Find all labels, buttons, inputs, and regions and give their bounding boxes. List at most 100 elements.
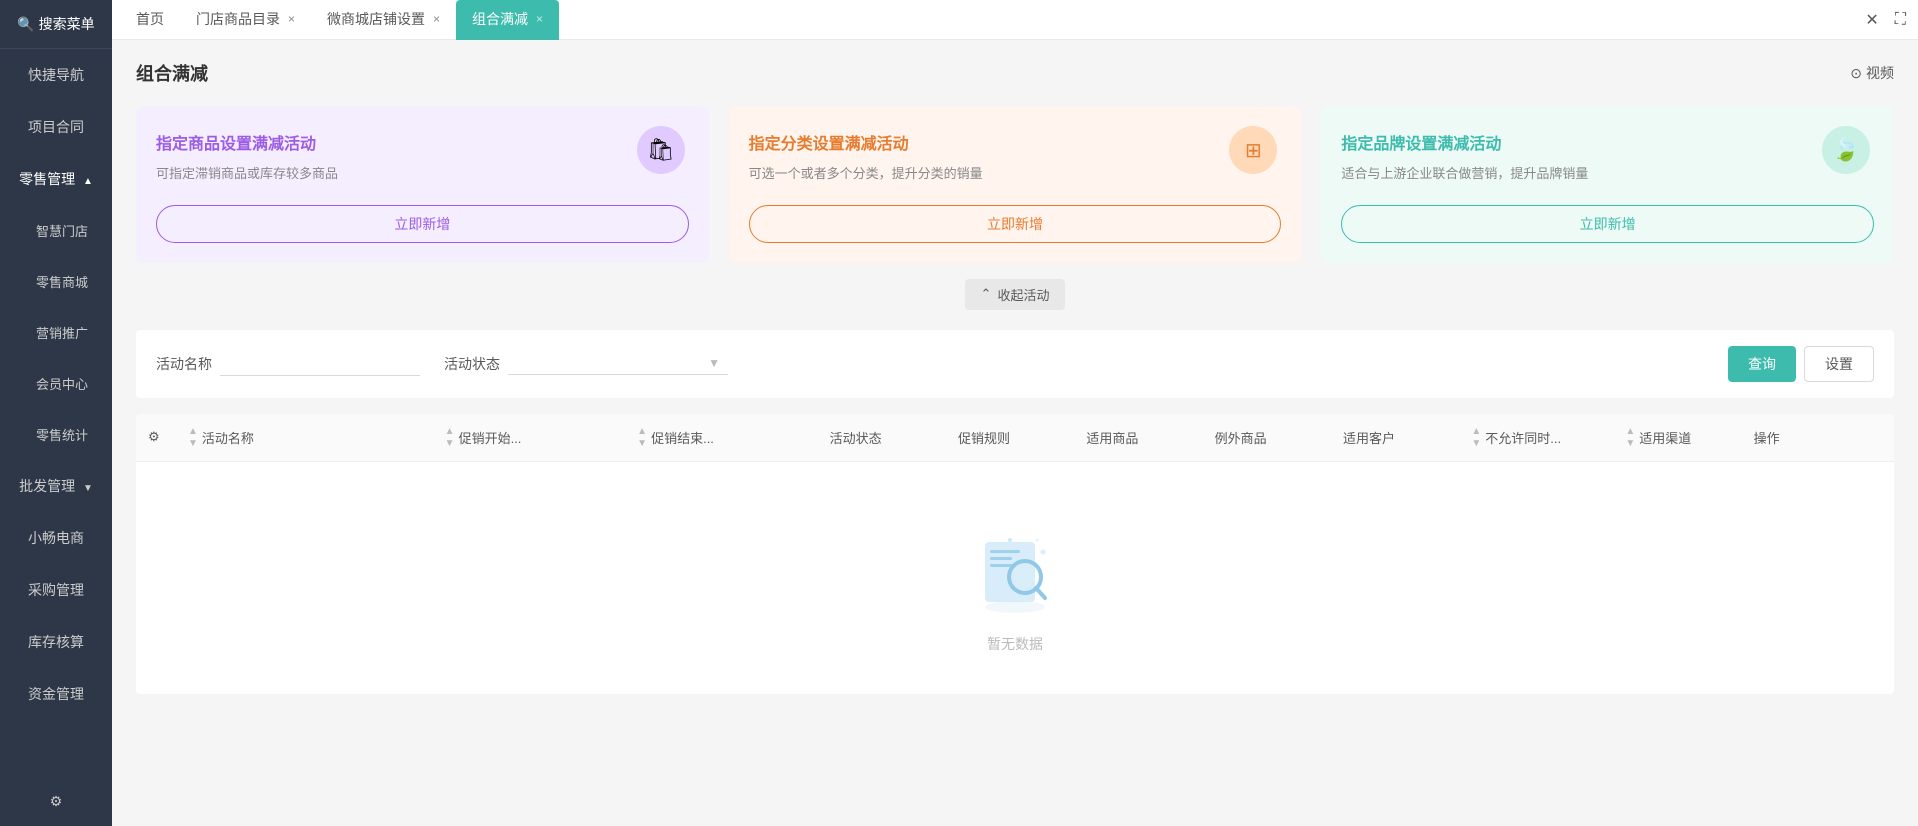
th-end-label: 促销结束... [651, 428, 714, 447]
data-table: ⚙ ▲▼ 活动名称 ▲▼ 促销开始... ▲▼ 促销结束... 活动状态 [136, 414, 1894, 694]
close-window-button[interactable]: ✕ [1861, 10, 1882, 30]
sidebar-item-xiaochange[interactable]: 小畅电商 [0, 512, 112, 564]
sort-icon: ▲▼ [1625, 426, 1635, 449]
sidebar-item-label: 快捷导航 [28, 67, 84, 83]
promo-cards-row: 🛍 指定商品设置满减活动 可指定滞销商品或库存较多商品 立即新增 ⊞ 指定分类设… [136, 106, 1894, 263]
tab-wechat-store-close[interactable]: × [433, 12, 440, 26]
category-promo-card: ⊞ 指定分类设置满减活动 可选一个或者多个分类，提升分类的销量 立即新增 [729, 106, 1302, 263]
video-link[interactable]: ⊙ 视频 [1850, 63, 1894, 83]
table-header: ⚙ ▲▼ 活动名称 ▲▼ 促销开始... ▲▼ 促销结束... 活动状态 [136, 414, 1894, 462]
sort-icon: ▲▼ [445, 426, 455, 449]
sidebar-item-label: 小畅电商 [28, 530, 84, 546]
th-status: 活动状态 [830, 428, 958, 447]
sidebar-item-purchase-mgmt[interactable]: 采购管理 [0, 564, 112, 616]
th-except: 例外商品 [1215, 428, 1343, 447]
tab-combo-discount-close[interactable]: × [536, 12, 543, 26]
product-card-desc: 可指定滞销商品或库存较多商品 [156, 164, 689, 185]
sidebar-item-finance[interactable]: 资金管理 [0, 668, 112, 720]
tab-store-catalog-close[interactable]: × [288, 12, 295, 26]
empty-illustration [965, 522, 1065, 622]
query-button[interactable]: 查询 [1728, 346, 1796, 382]
th-start[interactable]: ▲▼ 促销开始... [445, 426, 638, 449]
product-promo-card: 🛍 指定商品设置满减活动 可指定滞销商品或库存较多商品 立即新增 [136, 106, 709, 263]
grid-icon: ⊞ [1245, 138, 1262, 163]
category-card-desc: 可选一个或者多个分类，提升分类的销量 [749, 164, 1282, 185]
tab-store-catalog[interactable]: 门店商品目录 × [180, 0, 311, 40]
collapse-label: 收起活动 [997, 285, 1049, 304]
content-area: 组合满减 ⊙ 视频 🛍 指定商品设置满减活动 可指定滞销商品或库存较多商品 立即… [112, 40, 1918, 826]
tab-combo-discount[interactable]: 组合满减 × [456, 0, 559, 40]
sidebar-settings[interactable]: ⚙ [0, 777, 112, 826]
activity-name-input[interactable] [220, 351, 420, 376]
sidebar-item-label: 零售商城 [36, 275, 88, 290]
gear-icon: ⚙ [148, 429, 160, 445]
sidebar-item-smart-store[interactable]: 智慧门店 [0, 205, 112, 256]
th-channel[interactable]: ▲▼ 适用渠道 [1625, 426, 1753, 449]
brand-card-add-button[interactable]: 立即新增 [1341, 205, 1874, 243]
collapse-activity-button[interactable]: ⌃ 收起活动 [965, 279, 1066, 310]
sidebar-search-label: 搜索菜单 [39, 16, 95, 32]
th-except-label: 例外商品 [1215, 428, 1267, 447]
th-channel-label: 适用渠道 [1639, 428, 1691, 447]
brand-card-title: 指定品牌设置满减活动 [1341, 130, 1874, 154]
sidebar-item-member-center[interactable]: 会员中心 [0, 358, 112, 409]
collapse-icon: ⌃ [981, 286, 992, 302]
th-status-label: 活动状态 [830, 428, 882, 447]
sidebar-item-label: 零售管理 [19, 171, 75, 187]
sidebar-item-label: 库存核算 [28, 634, 84, 650]
th-name-label: 活动名称 [202, 428, 254, 447]
product-card-title: 指定商品设置满减活动 [156, 130, 689, 154]
sidebar-item-label: 智慧门店 [36, 224, 88, 239]
sidebar-item-label: 批发管理 [19, 478, 75, 494]
th-end[interactable]: ▲▼ 促销结束... [637, 426, 830, 449]
sidebar: 🔍 搜索菜单 快捷导航 项目合同 零售管理 智慧门店 零售商城 营销推广 会员中… [0, 0, 112, 826]
th-action-label: 操作 [1754, 428, 1780, 447]
product-card-icon: 🛍 [637, 126, 685, 174]
th-name[interactable]: ▲▼ 活动名称 [188, 426, 445, 449]
tab-wechat-store-label: 微商城店铺设置 [327, 9, 425, 29]
th-gear[interactable]: ⚙ [148, 429, 188, 445]
empty-state: 暂无数据 [136, 462, 1894, 694]
sort-icon: ▲▼ [188, 426, 198, 449]
activity-name-filter: 活动名称 [156, 351, 420, 376]
sort-icon: ▲▼ [637, 426, 647, 449]
sidebar-item-wholesale-mgmt[interactable]: 批发管理 [0, 460, 112, 512]
filter-row: 活动名称 活动状态 ▼ 查询 设置 [136, 330, 1894, 398]
tab-combo-discount-label: 组合满减 [472, 9, 528, 29]
sidebar-item-label: 采购管理 [28, 582, 84, 598]
sidebar-item-inventory[interactable]: 库存核算 [0, 616, 112, 668]
brand-promo-card: 🍃 指定品牌设置满减活动 适合与上游企业联合做营销，提升品牌销量 立即新增 [1321, 106, 1894, 263]
sidebar-item-retail-stats[interactable]: 零售统计 [0, 409, 112, 460]
sidebar-item-quick-nav[interactable]: 快捷导航 [0, 49, 112, 101]
th-action: 操作 [1754, 428, 1882, 447]
tab-actions: ✕ ⛶ [1861, 10, 1910, 30]
sidebar-item-label: 营销推广 [36, 326, 88, 341]
sidebar-item-label: 项目合同 [28, 119, 84, 135]
th-rule: 促销规则 [958, 428, 1086, 447]
video-label: 视频 [1866, 63, 1894, 83]
search-icon: 🔍 [17, 16, 34, 32]
play-icon: ⊙ [1850, 65, 1862, 82]
category-card-title: 指定分类设置满减活动 [749, 130, 1282, 154]
category-card-add-button[interactable]: 立即新增 [749, 205, 1282, 243]
sidebar-search[interactable]: 🔍 搜索菜单 [0, 0, 112, 49]
activity-status-select[interactable]: ▼ [508, 352, 728, 375]
sidebar-item-project-contract[interactable]: 项目合同 [0, 101, 112, 153]
tab-store-catalog-label: 门店商品目录 [196, 9, 280, 29]
sidebar-item-retail-mall[interactable]: 零售商城 [0, 256, 112, 307]
brand-card-desc: 适合与上游企业联合做营销，提升品牌销量 [1341, 164, 1874, 185]
tab-home-label: 首页 [136, 9, 164, 29]
tab-wechat-store[interactable]: 微商城店铺设置 × [311, 0, 456, 40]
tab-home[interactable]: 首页 [120, 0, 180, 40]
setting-button[interactable]: 设置 [1804, 346, 1874, 382]
sidebar-item-retail-mgmt[interactable]: 零售管理 [0, 153, 112, 205]
leaf-icon: 🍃 [1832, 137, 1859, 163]
th-notallow[interactable]: ▲▼ 不允许同时... [1471, 426, 1625, 449]
bag-icon: 🛍 [647, 137, 675, 163]
brand-card-icon: 🍃 [1822, 126, 1870, 174]
filter-actions: 查询 设置 [1728, 346, 1874, 382]
product-card-add-button[interactable]: 立即新增 [156, 205, 689, 243]
maximize-window-button[interactable]: ⛶ [1891, 11, 1910, 29]
th-notallow-label: 不允许同时... [1485, 428, 1561, 447]
sidebar-item-marketing[interactable]: 营销推广 [0, 307, 112, 358]
